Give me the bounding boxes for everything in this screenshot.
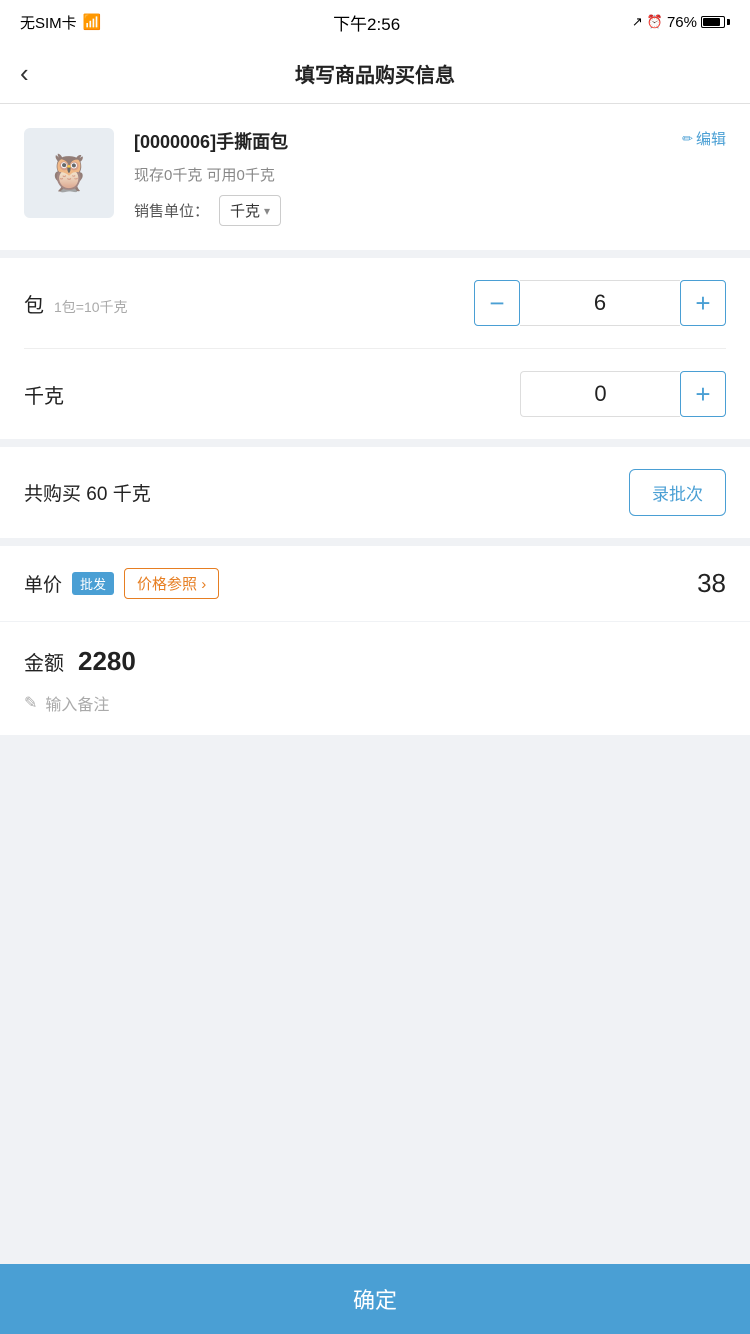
nav-bar: ‹ 填写商品购买信息	[0, 44, 750, 104]
qty-pack-decrement[interactable]: −	[474, 280, 520, 326]
status-time: 下午2:56	[333, 10, 400, 35]
qty-pack-controls: − +	[474, 280, 726, 326]
status-right: ↗ ⏰ 76%	[632, 14, 730, 31]
note-placeholder: 输入备注	[45, 691, 109, 715]
price-section: 单价 批发 价格参照 › 38	[0, 538, 750, 621]
qty-kg-controls: +	[520, 371, 726, 417]
amount-value: 2280	[78, 646, 136, 677]
unit-label: 销售单位：	[134, 200, 209, 221]
bottom-spacer	[0, 735, 750, 935]
qty-pack-sublabel: 1包=10千克	[54, 297, 128, 317]
location-icon: ↗	[632, 14, 643, 30]
qty-kg-input[interactable]	[520, 371, 680, 417]
qty-kg-increment[interactable]: +	[680, 371, 726, 417]
qty-kg-label: 千克	[24, 380, 64, 409]
product-thumb-icon: 🦉	[47, 152, 92, 194]
product-name: [0000006]手撕面包	[134, 128, 682, 154]
chevron-down-icon: ▾	[264, 204, 270, 218]
product-card: 🦉 [0000006]手撕面包 ✏ 编辑 现存0千克 可用0千克 销售单位： 千…	[0, 104, 750, 258]
qty-row-kg: 千克 +	[24, 349, 726, 439]
qty-pack-increment[interactable]: +	[680, 280, 726, 326]
status-carrier: 无SIM卡 📶	[20, 12, 101, 33]
note-row[interactable]: ✎ 输入备注	[24, 691, 726, 725]
alarm-icon: ⏰	[647, 14, 663, 30]
price-ref-button[interactable]: 价格参照 ›	[124, 568, 219, 599]
qty-pack-label-group: 包 1包=10千克	[24, 289, 128, 318]
note-icon: ✎	[24, 693, 37, 713]
amount-section: 金额 2280 ✎ 输入备注	[0, 621, 750, 735]
price-value: 38	[697, 568, 726, 599]
nav-title: 填写商品购买信息	[295, 59, 455, 88]
confirm-label: 确定	[353, 1283, 397, 1315]
qty-pack-input[interactable]	[520, 280, 680, 326]
product-info: [0000006]手撕面包 ✏ 编辑 现存0千克 可用0千克 销售单位： 千克 …	[134, 128, 726, 226]
price-label-group: 单价 批发 价格参照 ›	[24, 568, 219, 599]
edit-button[interactable]: ✏ 编辑	[682, 128, 726, 149]
amount-row: 金额 2280	[24, 646, 726, 677]
product-stock: 现存0千克 可用0千克	[134, 164, 726, 185]
total-section: 共购买 60 千克 录批次	[0, 439, 750, 538]
total-text: 共购买 60 千克	[24, 479, 151, 506]
back-button[interactable]: ‹	[20, 58, 29, 89]
product-unit-row: 销售单位： 千克 ▾	[134, 195, 726, 226]
qty-kg-label-group: 千克	[24, 380, 64, 409]
wifi-icon: 📶	[83, 13, 102, 31]
confirm-button[interactable]: 确定	[0, 1264, 750, 1334]
price-label: 单价	[24, 570, 62, 597]
unit-select[interactable]: 千克 ▾	[219, 195, 281, 226]
price-badge: 批发	[72, 572, 114, 595]
battery-icon	[701, 16, 730, 28]
qty-row-pack: 包 1包=10千克 − +	[24, 258, 726, 349]
product-name-row: [0000006]手撕面包 ✏ 编辑	[134, 128, 726, 154]
quantity-section: 包 1包=10千克 − + 千克 +	[0, 258, 750, 439]
amount-label: 金额	[24, 647, 64, 676]
batch-button[interactable]: 录批次	[629, 469, 726, 516]
status-bar: 无SIM卡 📶 下午2:56 ↗ ⏰ 76%	[0, 0, 750, 44]
qty-pack-label: 包	[24, 289, 44, 318]
battery-percent: 76%	[667, 14, 697, 31]
product-thumbnail: 🦉	[24, 128, 114, 218]
